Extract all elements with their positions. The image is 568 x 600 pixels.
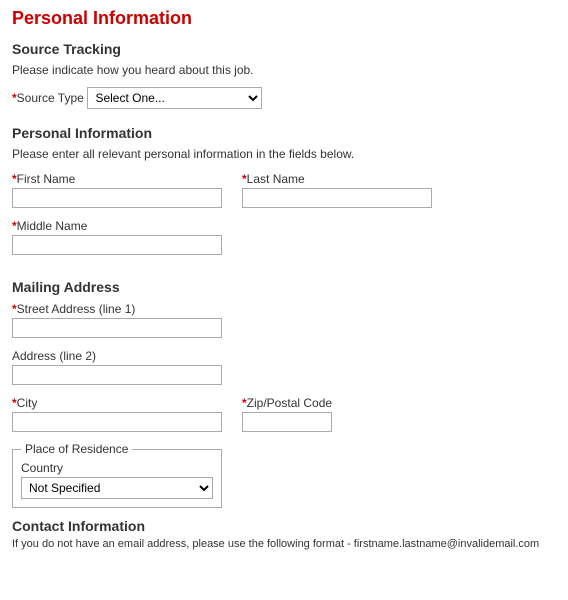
address2-field: Address (line 2) — [12, 348, 556, 385]
city-input[interactable] — [12, 412, 222, 432]
page-title: Personal Information — [12, 8, 556, 29]
middle-name-input[interactable] — [12, 235, 222, 255]
address2-label: Address (line 2) — [12, 349, 96, 363]
last-name-label: *Last Name — [242, 172, 305, 186]
middle-name-field: *Middle Name — [12, 218, 556, 255]
city-zip-row: *City *Zip/Postal Code — [12, 395, 556, 432]
first-name-field: *First Name — [12, 171, 222, 208]
source-tracking-desc: Please indicate how you heard about this… — [12, 63, 556, 77]
country-select[interactable]: Not Specified — [21, 477, 213, 499]
contact-info-section: Contact Information If you do not have a… — [12, 518, 556, 550]
city-field: *City — [12, 395, 222, 432]
street-address-label: *Street Address (line 1) — [12, 302, 135, 316]
contact-info-title: Contact Information — [12, 518, 556, 534]
address2-input[interactable] — [12, 365, 222, 385]
personal-info-desc: Please enter all relevant personal infor… — [12, 147, 556, 161]
place-of-residence-legend: Place of Residence — [21, 442, 132, 456]
contact-info-desc: If you do not have an email address, ple… — [12, 538, 556, 550]
zip-input[interactable] — [242, 412, 332, 432]
personal-info-title: Personal Information — [12, 125, 556, 141]
zip-label: *Zip/Postal Code — [242, 396, 332, 410]
first-name-label: *First Name — [12, 172, 75, 186]
street-address-input[interactable] — [12, 318, 222, 338]
first-name-input[interactable] — [12, 188, 222, 208]
mailing-address-section: Mailing Address *Street Address (line 1)… — [12, 279, 556, 432]
spacer — [12, 265, 556, 279]
place-of-residence-fieldset: Place of Residence Country Not Specified — [12, 442, 222, 508]
mailing-address-title: Mailing Address — [12, 279, 556, 295]
source-type-label: *Source Type — [12, 91, 84, 105]
street-address-field: *Street Address (line 1) — [12, 301, 556, 338]
city-label: *City — [12, 396, 37, 410]
source-tracking-section: Source Tracking Please indicate how you … — [12, 41, 556, 109]
last-name-input[interactable] — [242, 188, 432, 208]
last-name-field: *Last Name — [242, 171, 432, 208]
zip-field: *Zip/Postal Code — [242, 395, 432, 432]
source-type-select[interactable]: Select One... Internet Newspaper Referra… — [87, 87, 262, 109]
source-type-field: *Source Type Select One... Internet News… — [12, 87, 556, 109]
country-label: Country — [21, 461, 63, 475]
source-tracking-title: Source Tracking — [12, 41, 556, 57]
middle-name-label: *Middle Name — [12, 219, 87, 233]
personal-info-section: Personal Information Please enter all re… — [12, 125, 556, 255]
name-row: *First Name *Last Name — [12, 171, 556, 208]
